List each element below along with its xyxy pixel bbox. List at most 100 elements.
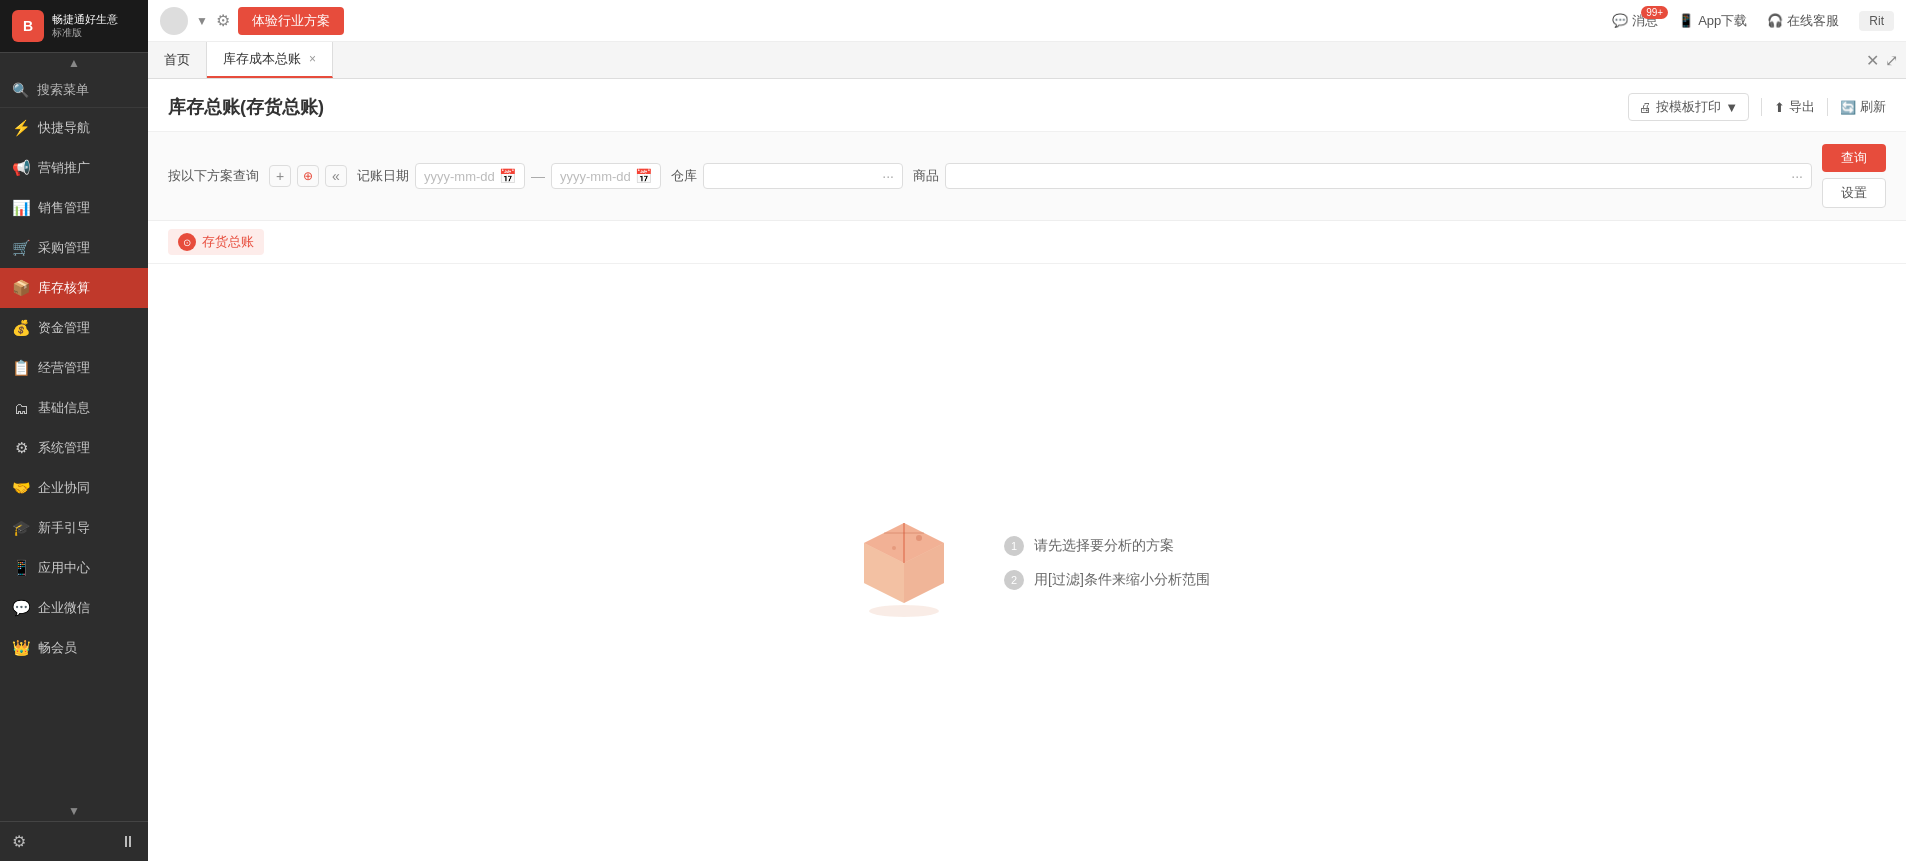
warehouse-label: 仓库 (671, 167, 697, 185)
sidebar-item-label: 销售管理 (38, 199, 90, 217)
finance-icon: 💰 (12, 319, 30, 337)
sidebar-item-sales[interactable]: 📊 销售管理 (0, 188, 148, 228)
sidebar-nav: ⚡ 快捷导航 📢 营销推广 📊 销售管理 🛒 采购管理 📦 库存核算 💰 资金管… (0, 108, 148, 801)
user-dropdown-arrow[interactable]: ▼ (196, 14, 208, 28)
sidebar-item-quick-nav[interactable]: ⚡ 快捷导航 (0, 108, 148, 148)
wechat-icon: 💬 (12, 599, 30, 617)
cooperation-icon: 🤝 (12, 479, 30, 497)
topbar-left: ▼ ⚙ 体验行业方案 (160, 7, 344, 35)
sidebar-item-marketing[interactable]: 📢 营销推广 (0, 148, 148, 188)
tab-inventory-ledger[interactable]: 库存成本总账 × (207, 42, 333, 78)
tab-home[interactable]: 首页 (148, 42, 207, 78)
sidebar-item-appstore[interactable]: 📱 应用中心 (0, 548, 148, 588)
settings-bottom-icon[interactable]: ⚙ (12, 832, 26, 851)
query-button[interactable]: 查询 (1822, 144, 1886, 172)
sidebar-item-label: 企业微信 (38, 599, 90, 617)
online-service-label: 在线客服 (1787, 12, 1839, 30)
printer-icon: 🖨 (1639, 100, 1652, 115)
filter-collapse-button[interactable]: « (325, 165, 347, 187)
filter-add-button[interactable]: + (269, 165, 291, 187)
filter-bar: 按以下方案查询 + ⊕ « 记账日期 yyyy-mm-dd 📅 — yyyy-m… (148, 132, 1906, 221)
sidebar: B 畅捷通好生意 标准版 ▲ 🔍 搜索菜单 ⚡ 快捷导航 📢 营销推广 📊 销售… (0, 0, 148, 861)
page-header: 库存总账(存货总账) 🖨 按模板打印 ▼ ⬆ 导出 🔄 刷新 (148, 79, 1906, 132)
export-button[interactable]: ⬆ 导出 (1774, 98, 1815, 116)
sidebar-item-purchase[interactable]: 🛒 采购管理 (0, 228, 148, 268)
user-avatar (160, 7, 188, 35)
filter-actions: + ⊕ « (269, 165, 347, 187)
user-name-display[interactable]: Rit (1859, 11, 1894, 31)
online-service-item[interactable]: 🎧 在线客服 (1767, 12, 1839, 30)
page-content: 库存总账(存货总账) 🖨 按模板打印 ▼ ⬆ 导出 🔄 刷新 (148, 79, 1906, 861)
sales-icon: 📊 (12, 199, 30, 217)
sidebar-item-label: 畅会员 (38, 639, 77, 657)
sidebar-item-label: 营销推广 (38, 159, 90, 177)
sidebar-item-label: 应用中心 (38, 559, 90, 577)
divider (1761, 98, 1762, 116)
warehouse-more-icon: ··· (882, 168, 894, 184)
tip-num-1: 1 (1004, 536, 1024, 556)
sidebar-bottom: ⚙ ⏸ (0, 821, 148, 861)
sidebar-item-finance[interactable]: 💰 资金管理 (0, 308, 148, 348)
sidebar-item-label: 新手引导 (38, 519, 90, 537)
sidebar-item-label: 资金管理 (38, 319, 90, 337)
sidebar-toggle-icon[interactable]: ⏸ (120, 833, 136, 851)
purchase-icon: 🛒 (12, 239, 30, 257)
date-end-input[interactable]: yyyy-mm-dd 📅 (551, 163, 661, 189)
tab-inventory-ledger-label: 库存成本总账 (223, 50, 301, 68)
app-name: 畅捷通好生意 (52, 12, 118, 26)
system-icon: ⚙ (12, 439, 30, 457)
sidebar-item-cooperation[interactable]: 🤝 企业协同 (0, 468, 148, 508)
goods-field-group: 商品 ··· (913, 163, 1812, 189)
svg-point-6 (916, 535, 922, 541)
tab-home-label: 首页 (164, 51, 190, 69)
sidebar-item-label: 采购管理 (38, 239, 90, 257)
appstore-icon: 📱 (12, 559, 30, 577)
warehouse-input[interactable]: ··· (703, 163, 903, 189)
inventory-icon: 📦 (12, 279, 30, 297)
sidebar-item-system[interactable]: ⚙ 系统管理 (0, 428, 148, 468)
scheme-row: ⊙ 存货总账 (148, 221, 1906, 264)
close-panel-icon[interactable]: ✕ (1866, 51, 1879, 70)
tab-close-icon[interactable]: × (309, 52, 316, 66)
messages-item[interactable]: 💬 消息 99+ (1612, 12, 1658, 30)
empty-tips: 1 请先选择要分析的方案 2 用[过滤]条件来缩小分析范围 (1004, 536, 1210, 590)
refresh-icon: 🔄 (1840, 100, 1856, 115)
refresh-button[interactable]: 🔄 刷新 (1840, 98, 1886, 116)
sidebar-scroll-up[interactable]: ▲ (0, 53, 148, 73)
topbar-right: 💬 消息 99+ 📱 App下载 🎧 在线客服 Rit (1612, 11, 1894, 31)
sidebar-item-guide[interactable]: 🎓 新手引导 (0, 508, 148, 548)
tip-num-2: 2 (1004, 570, 1024, 590)
settings-icon[interactable]: ⚙ (216, 11, 230, 30)
date-label: 记账日期 (357, 167, 409, 185)
scheme-item-inventory-ledger[interactable]: ⊙ 存货总账 (168, 229, 264, 255)
sidebar-search-label: 搜索菜单 (37, 81, 89, 99)
sidebar-item-member[interactable]: 👑 畅会员 (0, 628, 148, 668)
export-icon: ⬆ (1774, 100, 1785, 115)
expand-panel-icon[interactable]: ⤢ (1885, 51, 1898, 70)
date-start-input[interactable]: yyyy-mm-dd 📅 (415, 163, 525, 189)
filter-scheme-button[interactable]: ⊕ (297, 165, 319, 187)
sidebar-scroll-down[interactable]: ▼ (0, 801, 148, 821)
warehouse-field-group: 仓库 ··· (671, 163, 903, 189)
messages-badge: 99+ (1641, 6, 1668, 19)
date-start-placeholder: yyyy-mm-dd (424, 169, 495, 184)
search-icon: 🔍 (12, 82, 29, 98)
refresh-label: 刷新 (1860, 98, 1886, 116)
main-area: ▼ ⚙ 体验行业方案 💬 消息 99+ 📱 App下载 🎧 在线客服 Rit 首… (148, 0, 1906, 861)
quick-nav-icon: ⚡ (12, 119, 30, 137)
app-download-item[interactable]: 📱 App下载 (1678, 12, 1747, 30)
print-button[interactable]: 🖨 按模板打印 ▼ (1628, 93, 1749, 121)
empty-box-svg (844, 503, 964, 623)
sidebar-search[interactable]: 🔍 搜索菜单 (0, 73, 148, 108)
sidebar-item-label: 经营管理 (38, 359, 90, 377)
filter-fields: 记账日期 yyyy-mm-dd 📅 — yyyy-mm-dd 📅 仓库 (357, 163, 1812, 189)
sidebar-item-inventory[interactable]: 📦 库存核算 (0, 268, 148, 308)
goods-input[interactable]: ··· (945, 163, 1812, 189)
sidebar-item-label: 基础信息 (38, 399, 90, 417)
sidebar-item-operations[interactable]: 📋 经营管理 (0, 348, 148, 388)
topbar: ▼ ⚙ 体验行业方案 💬 消息 99+ 📱 App下载 🎧 在线客服 Rit (148, 0, 1906, 42)
sidebar-item-basic[interactable]: 🗂 基础信息 (0, 388, 148, 428)
sidebar-item-wechat[interactable]: 💬 企业微信 (0, 588, 148, 628)
filter-settings-button[interactable]: 设置 (1822, 178, 1886, 208)
trial-button[interactable]: 体验行业方案 (238, 7, 344, 35)
